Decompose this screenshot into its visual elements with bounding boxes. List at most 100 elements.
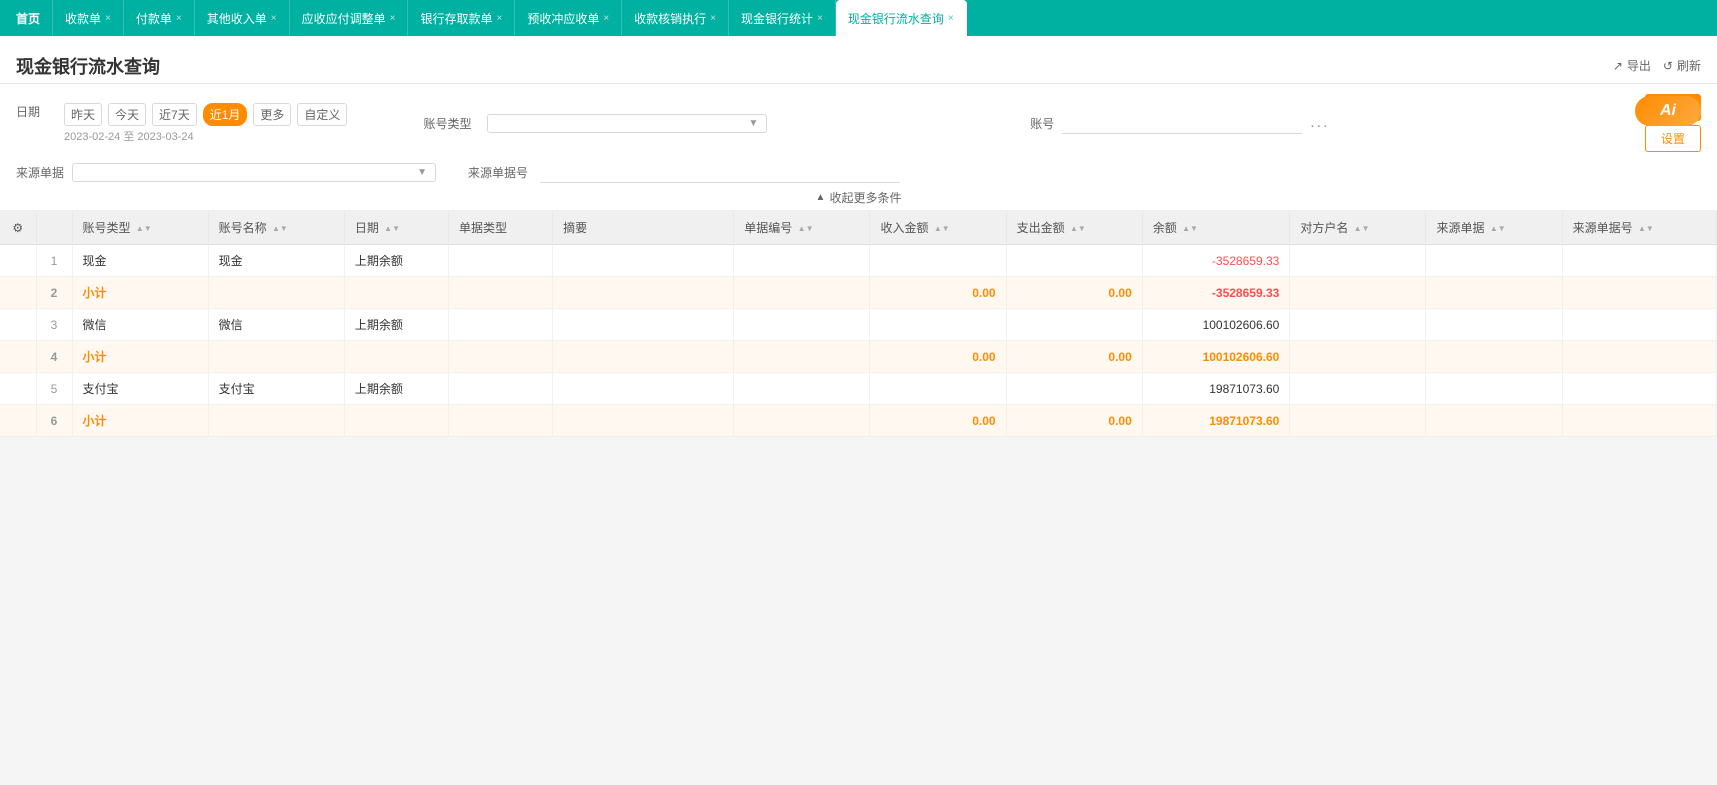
nav-tab-pay[interactable]: 付款单 × — [124, 0, 195, 36]
nav-tab-bank-flow-label: 现金银行流水查询 — [848, 10, 944, 27]
nav-tab-bank-deposit-close[interactable]: × — [496, 13, 502, 24]
row-expense — [1006, 245, 1142, 277]
source-doc-chevron-icon: ▼ — [417, 167, 427, 178]
date-range-display: 2023-02-24 至 2023-03-24 — [64, 128, 347, 144]
row-gear-cell — [0, 309, 36, 341]
collapse-label: 收起更多条件 — [829, 189, 901, 206]
row-doc-no — [734, 341, 870, 373]
row-num: 5 — [36, 373, 72, 405]
row-income — [870, 309, 1006, 341]
col-expense[interactable]: 支出金额 ▲▼ — [1006, 211, 1142, 245]
date-btn-today[interactable]: 今天 — [108, 103, 146, 126]
col-balance[interactable]: 余额 ▲▼ — [1142, 211, 1290, 245]
date-btn-yesterday[interactable]: 昨天 — [64, 103, 102, 126]
row-doc-type — [448, 341, 552, 373]
nav-tab-write-off-close[interactable]: × — [710, 13, 716, 24]
row-doc-no — [734, 245, 870, 277]
col-gear[interactable]: ⚙ — [0, 211, 36, 245]
row-doc-type — [448, 245, 552, 277]
row-summary — [553, 277, 734, 309]
col-doc-no[interactable]: 单据编号 ▲▼ — [734, 211, 870, 245]
date-btn-more[interactable]: 更多 — [253, 103, 291, 126]
nav-tab-bank-stat-close[interactable]: × — [817, 13, 823, 24]
col-counterpart[interactable]: 对方户名 ▲▼ — [1290, 211, 1426, 245]
nav-tab-other-income[interactable]: 其他收入单 × — [195, 0, 290, 36]
col-source-doc[interactable]: 来源单据 ▲▼ — [1426, 211, 1562, 245]
row-num: 4 — [36, 341, 72, 373]
row-gear-cell — [0, 245, 36, 277]
nav-tab-prepay-label: 预收冲应收单 — [527, 10, 599, 27]
row-source-doc — [1426, 373, 1562, 405]
row-doc-type — [448, 405, 552, 437]
nav-tab-adjust[interactable]: 应收应付调整单 × — [290, 0, 409, 36]
ai-badge[interactable]: Ai — [1635, 96, 1701, 126]
nav-tab-bank-flow-close[interactable]: × — [948, 13, 954, 24]
col-account-type[interactable]: 账号类型 ▲▼ — [72, 211, 208, 245]
row-doc-type — [448, 373, 552, 405]
nav-tab-other-income-close[interactable]: × — [271, 13, 277, 24]
nav-tab-write-off[interactable]: 收款核销执行 × — [622, 0, 729, 36]
table-header-row: ⚙ 账号类型 ▲▼ 账号名称 ▲▼ 日期 ▲▼ 单据类型 摘要 单 — [0, 211, 1717, 245]
table-row[interactable]: 5支付宝支付宝上期余额19871073.60 — [0, 373, 1717, 405]
date-btn-1month[interactable]: 近1月 — [203, 103, 248, 126]
nav-tab-prepay[interactable]: 预收冲应收单 × — [515, 0, 622, 36]
row-source-doc-no — [1562, 245, 1716, 277]
source-doc-no-input[interactable] — [540, 162, 900, 183]
table-row[interactable]: 4小计0.000.00100102606.60 — [0, 341, 1717, 373]
nav-tab-bank-deposit[interactable]: 银行存取款单 × — [408, 0, 515, 36]
nav-tab-bank-stat[interactable]: 现金银行统计 × — [729, 0, 836, 36]
refresh-button[interactable]: ↺ 刷新 — [1663, 57, 1701, 74]
row-counterpart — [1290, 405, 1426, 437]
page-header: 现金银行流水查询 ↗ 导出 ↺ 刷新 — [0, 36, 1717, 84]
row-account-name: 微信 — [208, 309, 344, 341]
row-account-type: 微信 — [72, 309, 208, 341]
row-expense: 0.00 — [1006, 341, 1142, 373]
gear-icon[interactable]: ⚙ — [12, 221, 23, 235]
row-source-doc — [1426, 277, 1562, 309]
table-row[interactable]: 2小计0.000.00-3528659.33 — [0, 277, 1717, 309]
col-source-doc-no[interactable]: 来源单据号 ▲▼ — [1562, 211, 1716, 245]
row-date: 上期余额 — [344, 309, 448, 341]
row-date — [344, 405, 448, 437]
table-row[interactable]: 6小计0.000.0019871073.60 — [0, 405, 1717, 437]
refresh-label: 刷新 — [1677, 57, 1701, 74]
account-type-label: 账号类型 — [423, 115, 479, 132]
row-expense — [1006, 373, 1142, 405]
row-source-doc — [1426, 405, 1562, 437]
row-balance: -3528659.33 — [1142, 277, 1290, 309]
col-account-name[interactable]: 账号名称 ▲▼ — [208, 211, 344, 245]
account-type-select[interactable]: ▼ — [487, 114, 767, 133]
nav-tab-pay-close[interactable]: × — [176, 13, 182, 24]
source-doc-select[interactable]: ▼ — [72, 163, 436, 182]
date-btn-7days[interactable]: 近7天 — [152, 103, 197, 126]
collapse-up-icon: ▲ — [816, 192, 826, 203]
nav-tab-bank-flow[interactable]: 现金银行流水查询 × — [836, 0, 967, 36]
sort-icon-account-name: ▲▼ — [272, 224, 288, 233]
settings-button[interactable]: 设置 — [1645, 125, 1701, 152]
row-doc-type — [448, 309, 552, 341]
export-button[interactable]: ↗ 导出 — [1613, 57, 1651, 74]
nav-tab-receive[interactable]: 收款单 × — [53, 0, 124, 36]
collapse-bar[interactable]: ▲ 收起更多条件 — [0, 183, 1717, 210]
nav-tab-prepay-close[interactable]: × — [603, 13, 609, 24]
nav-tab-home[interactable]: 首页 — [4, 0, 53, 36]
nav-tab-other-income-label: 其他收入单 — [207, 10, 267, 27]
table-row[interactable]: 3微信微信上期余额100102606.60 — [0, 309, 1717, 341]
table-row[interactable]: 1现金现金上期余额-3528659.33 — [0, 245, 1717, 277]
row-account-name: 支付宝 — [208, 373, 344, 405]
row-balance: 100102606.60 — [1142, 341, 1290, 373]
nav-tab-receive-close[interactable]: × — [105, 13, 111, 24]
row-income: 0.00 — [870, 405, 1006, 437]
row-num: 6 — [36, 405, 72, 437]
nav-tab-bank-deposit-label: 银行存取款单 — [420, 10, 492, 27]
sort-icon-income: ▲▼ — [934, 224, 950, 233]
account-input[interactable] — [1062, 113, 1302, 134]
nav-tab-adjust-close[interactable]: × — [390, 13, 396, 24]
row-source-doc — [1426, 245, 1562, 277]
sort-icon-doc-no: ▲▼ — [798, 224, 814, 233]
col-date[interactable]: 日期 ▲▼ — [344, 211, 448, 245]
account-dots[interactable]: ... — [1310, 114, 1329, 132]
date-btn-custom[interactable]: 自定义 — [297, 103, 347, 126]
col-income[interactable]: 收入金额 ▲▼ — [870, 211, 1006, 245]
row-account-type: 小计 — [72, 277, 208, 309]
